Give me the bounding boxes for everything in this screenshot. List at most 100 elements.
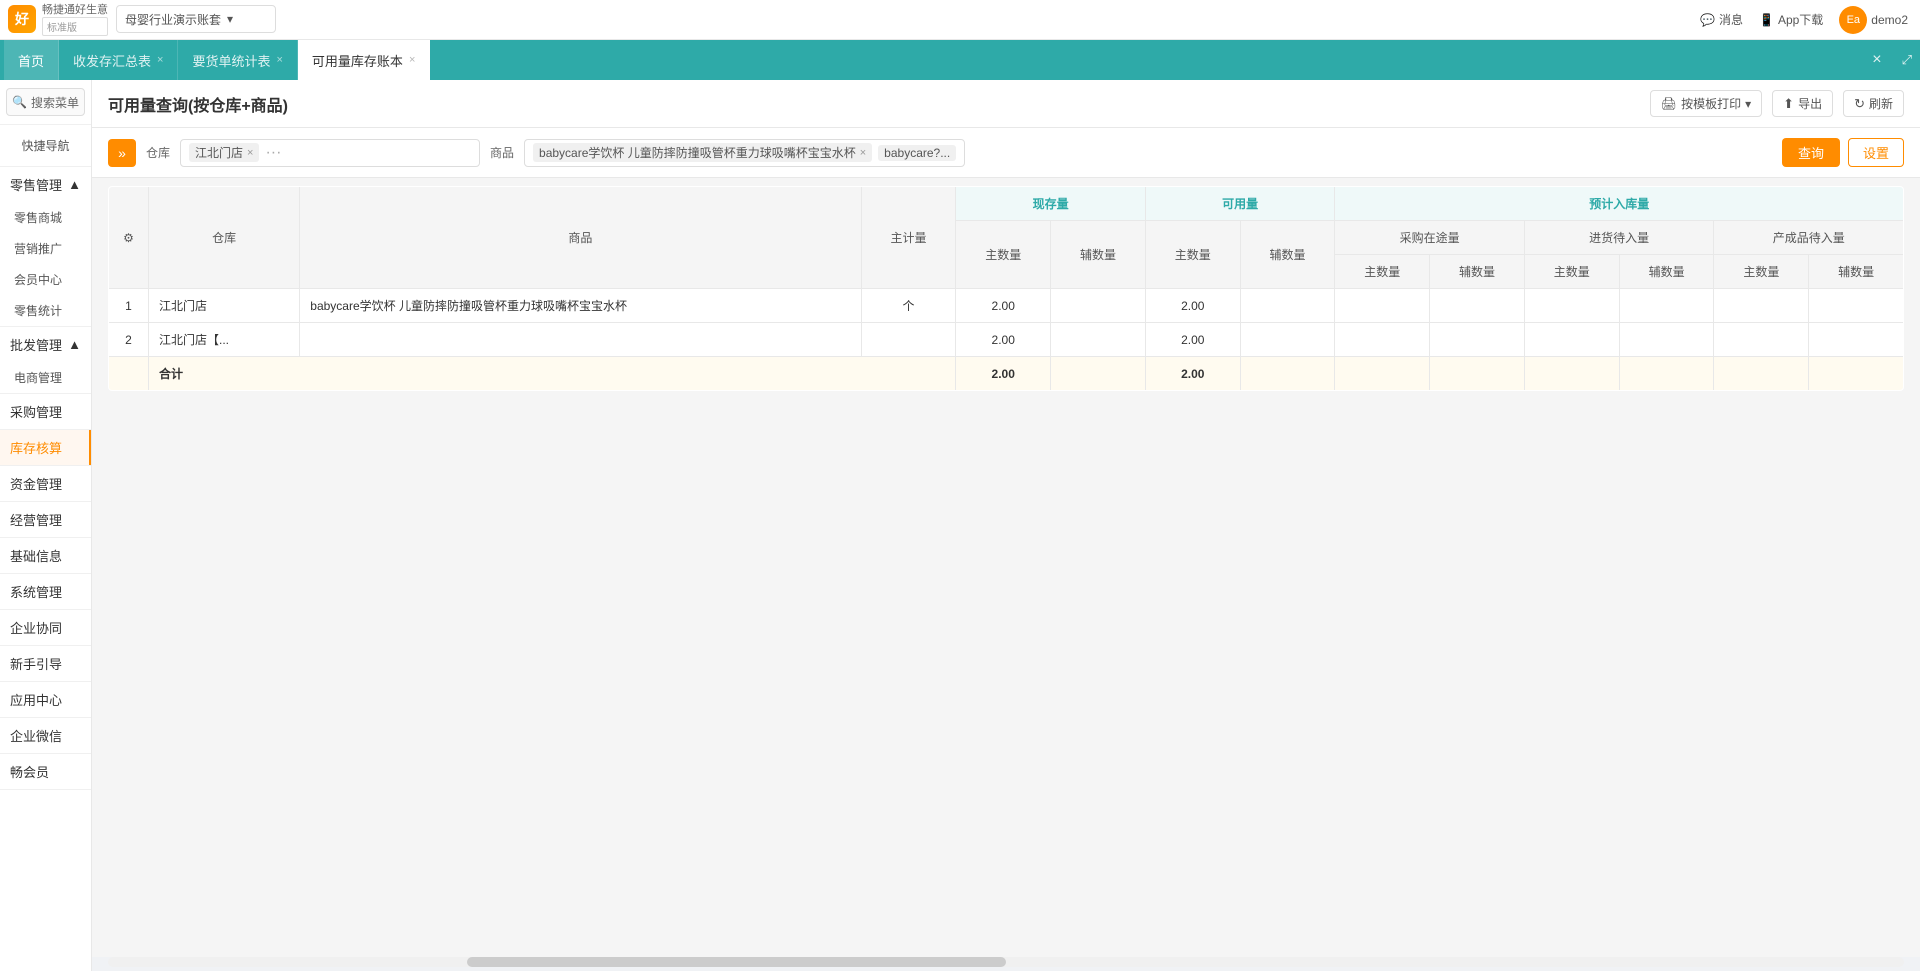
sidebar-section-inventory-header[interactable]: 库存核算 [0,430,91,465]
sidebar-section-newguide-header[interactable]: 新手引导 [0,646,91,681]
footer-purchase-main [1335,357,1430,391]
sidebar-section-appcenter: 应用中心 [0,682,91,718]
sidebar-section-purchase-header[interactable]: 采购管理 [0,394,91,429]
row-incoming-main-1 [1524,323,1619,357]
phone-icon: 📱 [1759,13,1774,27]
chevron-down-icon: ▾ [227,12,233,26]
th-available-aux: 辅数量 [1240,221,1335,289]
sidebar-item-ecommerce[interactable]: 电商管理 [0,362,91,393]
wholesale-mgmt-label: 批发管理 [10,335,62,354]
th-purchase-main: 主数量 [1335,255,1430,289]
tab-available-inventory-close[interactable]: × [409,54,415,66]
sidebar-section-vip: 畅会员 [0,754,91,790]
product-tag-babycare: babycare学饮杯 儿童防摔防撞吸管杯重力球吸嘴杯宝宝水杯 × [533,143,872,162]
th-production-aux: 辅数量 [1809,255,1904,289]
sidebar-item-retail-stats[interactable]: 零售统计 [0,295,91,326]
app-name: 畅捷通好生意 [42,3,108,17]
sidebar-section-ops-header[interactable]: 经营管理 [0,502,91,537]
th-product: 商品 [300,187,861,289]
tab-order-stats-label: 要货单统计表 [192,51,270,70]
tab-available-inventory[interactable]: 可用量库存账本 × [298,40,430,80]
th-purchase-aux: 辅数量 [1430,255,1525,289]
warehouse-filter-label: 仓库 [146,144,170,161]
product-filter-label: 商品 [490,144,514,161]
main-layout: 🔍 搜索菜单 快捷导航 零售管理 ▲ 零售商城 营销推广 会员中心 零售统计 批… [0,80,1920,971]
sidebar-search-btn[interactable]: 🔍 搜索菜单 [6,88,85,116]
export-label: 导出 [1798,95,1822,112]
tab-order-stats[interactable]: 要货单统计表 × [178,40,297,80]
sidebar-item-retail-mall[interactable]: 零售商城 [0,202,91,233]
sidebar-section-vip-header[interactable]: 畅会员 [0,754,91,789]
sidebar-section-ewechat-header[interactable]: 企业微信 [0,718,91,753]
horizontal-scrollbar[interactable] [108,957,1904,967]
warehouse-tag-jiangbei-remove[interactable]: × [247,147,253,159]
page-header: 可用量查询(按仓库+商品) 🖨 按模板打印 ▾ ⬆ 导出 ↻ 刷新 [92,80,1920,128]
tab-order-stats-close[interactable]: × [276,54,282,66]
row-incoming-main-0 [1524,289,1619,323]
row-production-main-1 [1714,323,1809,357]
footer-production-main [1714,357,1809,391]
row-current-main-0: 2.00 [956,289,1051,323]
account-selector[interactable]: 母婴行业演示账套 ▾ [116,5,276,33]
sidebar-section-sys-header[interactable]: 系统管理 [0,574,91,609]
refresh-btn[interactable]: ↻ 刷新 [1843,90,1904,117]
sidebar-section-inventory: 库存核算 [0,430,91,466]
query-btn[interactable]: 查询 [1782,138,1840,167]
close-all-tabs-btn[interactable]: × [1860,40,1893,80]
row-warehouse-0: 江北门店 [149,289,300,323]
sidebar-section-finance-header[interactable]: 资金管理 [0,466,91,501]
sidebar-section-appcenter-header[interactable]: 应用中心 [0,682,91,717]
tab-receipt-summary[interactable]: 收发存汇总表 × [59,40,178,80]
row-warehouse-1: 江北门店【... [149,323,300,357]
th-settings[interactable]: ⚙ [109,187,149,289]
th-main-unit: 主计量 [861,187,956,289]
vip-member-label: 畅会员 [10,762,49,781]
account-name: 母婴行业演示账套 [125,11,221,28]
filter-right: 查询 设置 [1782,138,1904,167]
sidebar-section-retail-header[interactable]: 零售管理 ▲ [0,167,91,202]
row-main-unit-1 [861,323,956,357]
tab-receipt-summary-close[interactable]: × [157,54,163,66]
filter-expand-btn[interactable]: » [108,139,136,167]
sidebar-section-basic-header[interactable]: 基础信息 [0,538,91,573]
export-btn[interactable]: ⬆ 导出 [1772,90,1833,117]
sidebar-section-wholesale-header[interactable]: 批发管理 ▲ [0,327,91,362]
sidebar-section-enterprise-header[interactable]: 企业协同 [0,610,91,645]
nav-expand-btn[interactable]: ⤢ [1894,40,1920,80]
row-product-0: babycare学饮杯 儿童防摔防撞吸管杯重力球吸嘴杯宝宝水杯 [300,289,861,323]
row-purchase-main-1 [1335,323,1430,357]
warehouse-filter-more[interactable]: ··· [265,144,281,162]
tab-home[interactable]: 首页 [4,40,59,80]
table-settings-icon[interactable]: ⚙ [123,231,134,245]
standard-badge: 标准版 [42,17,108,36]
th-warehouse: 仓库 [149,187,300,289]
sidebar-item-members[interactable]: 会员中心 [0,264,91,295]
app-download-btn[interactable]: 📱 App下载 [1759,11,1823,28]
refresh-icon: ↻ [1854,96,1865,112]
sidebar-section-newguide: 新手引导 [0,646,91,682]
settings-btn[interactable]: 设置 [1848,138,1904,167]
sidebar-section-sys: 系统管理 [0,574,91,610]
row-incoming-aux-1 [1619,323,1714,357]
row-current-aux-1 [1051,323,1146,357]
top-bar-right: 💬 消息 📱 App下载 Ea demo2 [1700,6,1908,34]
user-area[interactable]: Ea demo2 [1839,6,1908,34]
sys-mgmt-label: 系统管理 [10,582,62,601]
print-by-template-btn[interactable]: 🖨 按模板打印 ▾ [1650,90,1763,117]
footer-row-num [109,357,149,391]
table-container: ⚙ 仓库 商品 主计量 现存量 [92,178,1920,957]
product-tag-babycare-label: babycare学饮杯 儿童防摔防撞吸管杯重力球吸嘴杯宝宝水杯 [539,144,856,161]
scrollbar-thumb[interactable] [467,957,1006,967]
sidebar-item-quick-nav[interactable]: 快捷导航 [0,129,91,162]
message-btn[interactable]: 💬 消息 [1700,11,1743,28]
sidebar-item-marketing[interactable]: 营销推广 [0,233,91,264]
product-tag-babycare-remove[interactable]: × [860,147,866,159]
th-incoming-main: 主数量 [1524,255,1619,289]
sidebar-section-ewechat: 企业微信 [0,718,91,754]
warehouse-filter-tags[interactable]: 江北门店 × ··· [180,139,480,167]
product-filter-tags[interactable]: babycare学饮杯 儿童防摔防撞吸管杯重力球吸嘴杯宝宝水杯 × babyca… [524,139,965,167]
th-available: 可用量 [1145,187,1335,221]
footer-label: 合计 [149,357,956,391]
row-production-main-0 [1714,289,1809,323]
print-icon: 🖨 [1661,96,1678,112]
